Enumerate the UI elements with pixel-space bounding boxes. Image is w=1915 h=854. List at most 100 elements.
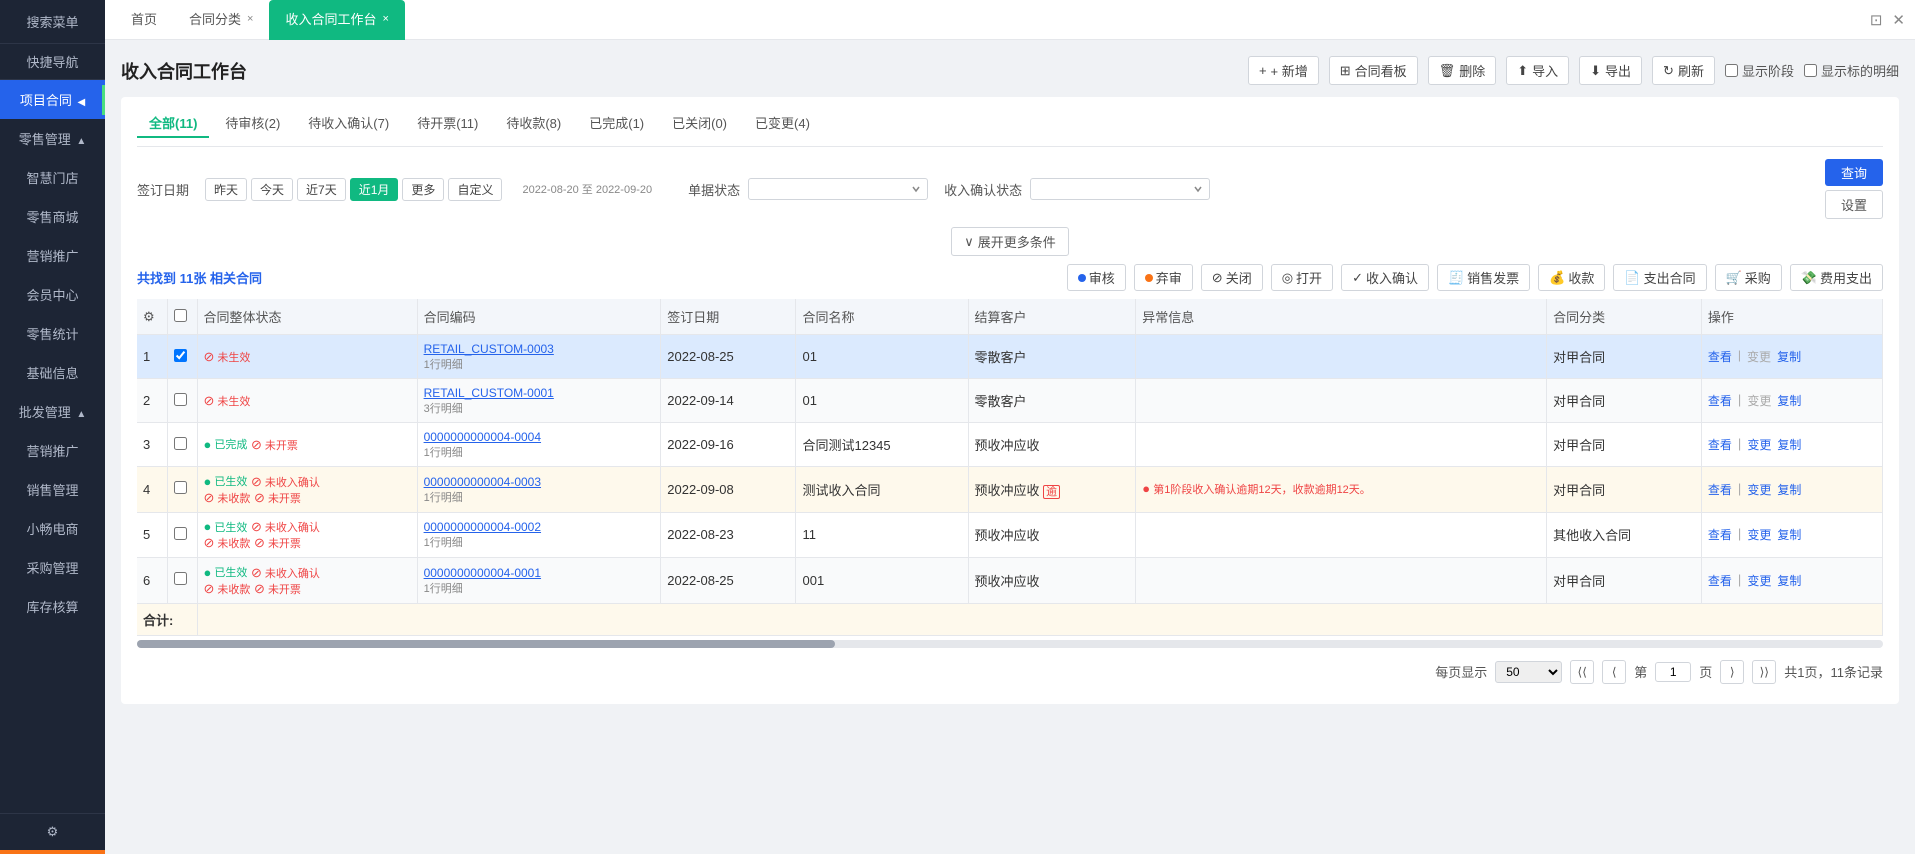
op-expense[interactable]: 💸 费用支出 [1790,264,1883,291]
op-close[interactable]: ⊘ 关闭 [1201,264,1263,291]
scrollbar-thumb[interactable] [137,640,835,648]
action-view-2[interactable]: 查看 [1708,392,1732,409]
sidebar-item-salesmgmt[interactable]: 销售管理 [0,470,105,509]
tab-income-workbench[interactable]: 收入合同工作台 × [269,0,404,40]
sidebar-search[interactable]: 搜索菜单 [0,0,105,44]
import-button[interactable]: ⬆ 导入 [1506,56,1569,85]
show-stages-checkbox[interactable]: 显示阶段 [1725,61,1794,80]
page-prev-btn[interactable]: ⟨ [1602,660,1626,684]
date-btn-more[interactable]: 更多 [402,178,444,201]
action-change-4[interactable]: 变更 [1747,481,1771,498]
sidebar-item-member[interactable]: 会员中心 [0,275,105,314]
sidebar-item-marketing2[interactable]: 营销推广 [0,431,105,470]
search-button[interactable]: 查询 [1825,159,1883,186]
op-open[interactable]: ◎ 打开 [1271,264,1333,291]
export-button[interactable]: ⬇ 导出 [1579,56,1642,85]
action-change-6[interactable]: 变更 [1747,572,1771,589]
filter-setting-button[interactable]: 设置 [1825,190,1883,219]
window-close-icon[interactable]: ✕ [1892,11,1905,29]
action-copy-5[interactable]: 复制 [1777,526,1801,543]
income-confirm-select[interactable] [1030,178,1210,200]
sub-tab-changed[interactable]: 已变更(4) [743,109,822,138]
action-view-3[interactable]: 查看 [1708,436,1732,453]
action-change-3[interactable]: 变更 [1747,436,1771,453]
th-settings[interactable]: ⚙ [137,299,167,335]
action-change-1b[interactable]: 变更 [1747,348,1771,365]
page-first-btn[interactable]: ⟨⟨ [1570,660,1594,684]
action-copy-6[interactable]: 复制 [1777,572,1801,589]
kanban-button[interactable]: ⊞ 合同看板 [1329,56,1418,85]
row-checkbox-5[interactable] [174,527,187,540]
row-checkbox-6[interactable] [174,572,187,585]
sidebar-item-baseinfo[interactable]: 基础信息 [0,353,105,392]
sub-tab-pending-confirm[interactable]: 待收入确认(7) [296,109,401,138]
date-btn-custom[interactable]: 自定义 [448,178,502,201]
sub-tab-closed[interactable]: 已关闭(0) [660,109,739,138]
op-sales-invoice[interactable]: 🧾 销售发票 [1437,264,1530,291]
page-last-btn[interactable]: ⟩⟩ [1752,660,1776,684]
sidebar-item-retailmall[interactable]: 零售商城 [0,197,105,236]
delete-button[interactable]: 🗑 删除 [1428,56,1497,85]
sidebar-item-purchase[interactable]: 采购管理 [0,548,105,587]
refresh-button[interactable]: ↻ 刷新 [1652,56,1715,85]
date-btn-7days[interactable]: 近7天 [297,178,346,201]
op-payment[interactable]: 💰 收款 [1538,264,1605,291]
op-expense-contract[interactable]: 📄 支出合同 [1613,264,1706,291]
sub-tab-pending-review[interactable]: 待审核(2) [213,109,292,138]
sidebar-item-smartstore[interactable]: 智慧门店 [0,158,105,197]
sub-tab-all[interactable]: 全部(11) [137,109,209,138]
tab-contract-category[interactable]: 合同分类 × [173,0,269,40]
tab-home[interactable]: 首页 [115,0,173,40]
page-next-btn[interactable]: ⟩ [1720,660,1744,684]
page-size-select[interactable]: 20 50 100 [1495,661,1562,683]
sidebar-quicknav[interactable]: 快捷导航 [0,44,105,80]
sidebar-item-xiaochang[interactable]: 小畅电商 [0,509,105,548]
horizontal-scrollbar[interactable] [137,640,1883,648]
date-btn-1month[interactable]: 近1月 [350,178,399,201]
date-btn-today[interactable]: 今天 [251,178,293,201]
action-view-5[interactable]: 查看 [1708,526,1732,543]
close-tab-category[interactable]: × [247,13,253,25]
op-purchase[interactable]: 🛒 采购 [1715,264,1782,291]
date-btn-yesterday[interactable]: 昨天 [205,178,247,201]
row-checkbox-1[interactable] [174,349,187,362]
sidebar-item-wholesale[interactable]: 批发管理 ▲ [0,392,105,431]
contract-link-3[interactable]: 0000000000004-0004 [424,430,541,444]
action-change-5[interactable]: 变更 [1747,526,1771,543]
op-income-confirm[interactable]: ✓ 收入确认 [1341,264,1429,291]
action-view-4[interactable]: 查看 [1708,481,1732,498]
sidebar-item-retailstats[interactable]: 零售统计 [0,314,105,353]
add-button[interactable]: + + 新增 [1248,56,1319,85]
sub-tab-pending-invoice[interactable]: 待开票(11) [405,109,490,138]
show-details-checkbox[interactable]: 显示标的明细 [1804,61,1899,80]
row-checkbox-3[interactable] [174,437,187,450]
row-checkbox-4[interactable] [174,481,187,494]
action-change-1[interactable]: | [1738,348,1741,365]
action-copy-3[interactable]: 复制 [1777,436,1801,453]
action-copy-4[interactable]: 复制 [1777,481,1801,498]
select-all-checkbox[interactable] [174,309,187,322]
sub-tab-completed[interactable]: 已完成(1) [577,109,656,138]
row-checkbox-2[interactable] [174,393,187,406]
op-abandon[interactable]: 弃审 [1134,264,1193,291]
contract-link-4[interactable]: 0000000000004-0003 [424,475,541,489]
sub-tab-pending-payment[interactable]: 待收款(8) [494,109,573,138]
contract-link-1[interactable]: RETAIL_CUSTOM-0003 [424,342,554,356]
expand-more-btn[interactable]: ∨ 展开更多条件 [951,227,1069,256]
contract-link-6[interactable]: 0000000000004-0001 [424,566,541,580]
sidebar-item-inventory[interactable]: 库存核算 [0,587,105,626]
action-view-6[interactable]: 查看 [1708,572,1732,589]
action-view-1[interactable]: 查看 [1708,348,1732,365]
sidebar-item-project[interactable]: 项目合同 ◀ [0,80,105,119]
close-tab-workbench[interactable]: × [382,13,388,25]
sidebar-item-marketing1[interactable]: 营销推广 [0,236,105,275]
window-restore-icon[interactable]: ⊡ [1870,11,1883,29]
action-copy-1[interactable]: 复制 [1777,348,1801,365]
doc-status-select[interactable] [748,178,928,200]
op-review[interactable]: 审核 [1067,264,1126,291]
contract-link-2[interactable]: RETAIL_CUSTOM-0001 [424,386,554,400]
contract-link-5[interactable]: 0000000000004-0002 [424,520,541,534]
sidebar-item-retail[interactable]: 零售管理 ▲ [0,119,105,158]
action-copy-2[interactable]: 复制 [1777,392,1801,409]
page-input[interactable] [1655,662,1691,682]
